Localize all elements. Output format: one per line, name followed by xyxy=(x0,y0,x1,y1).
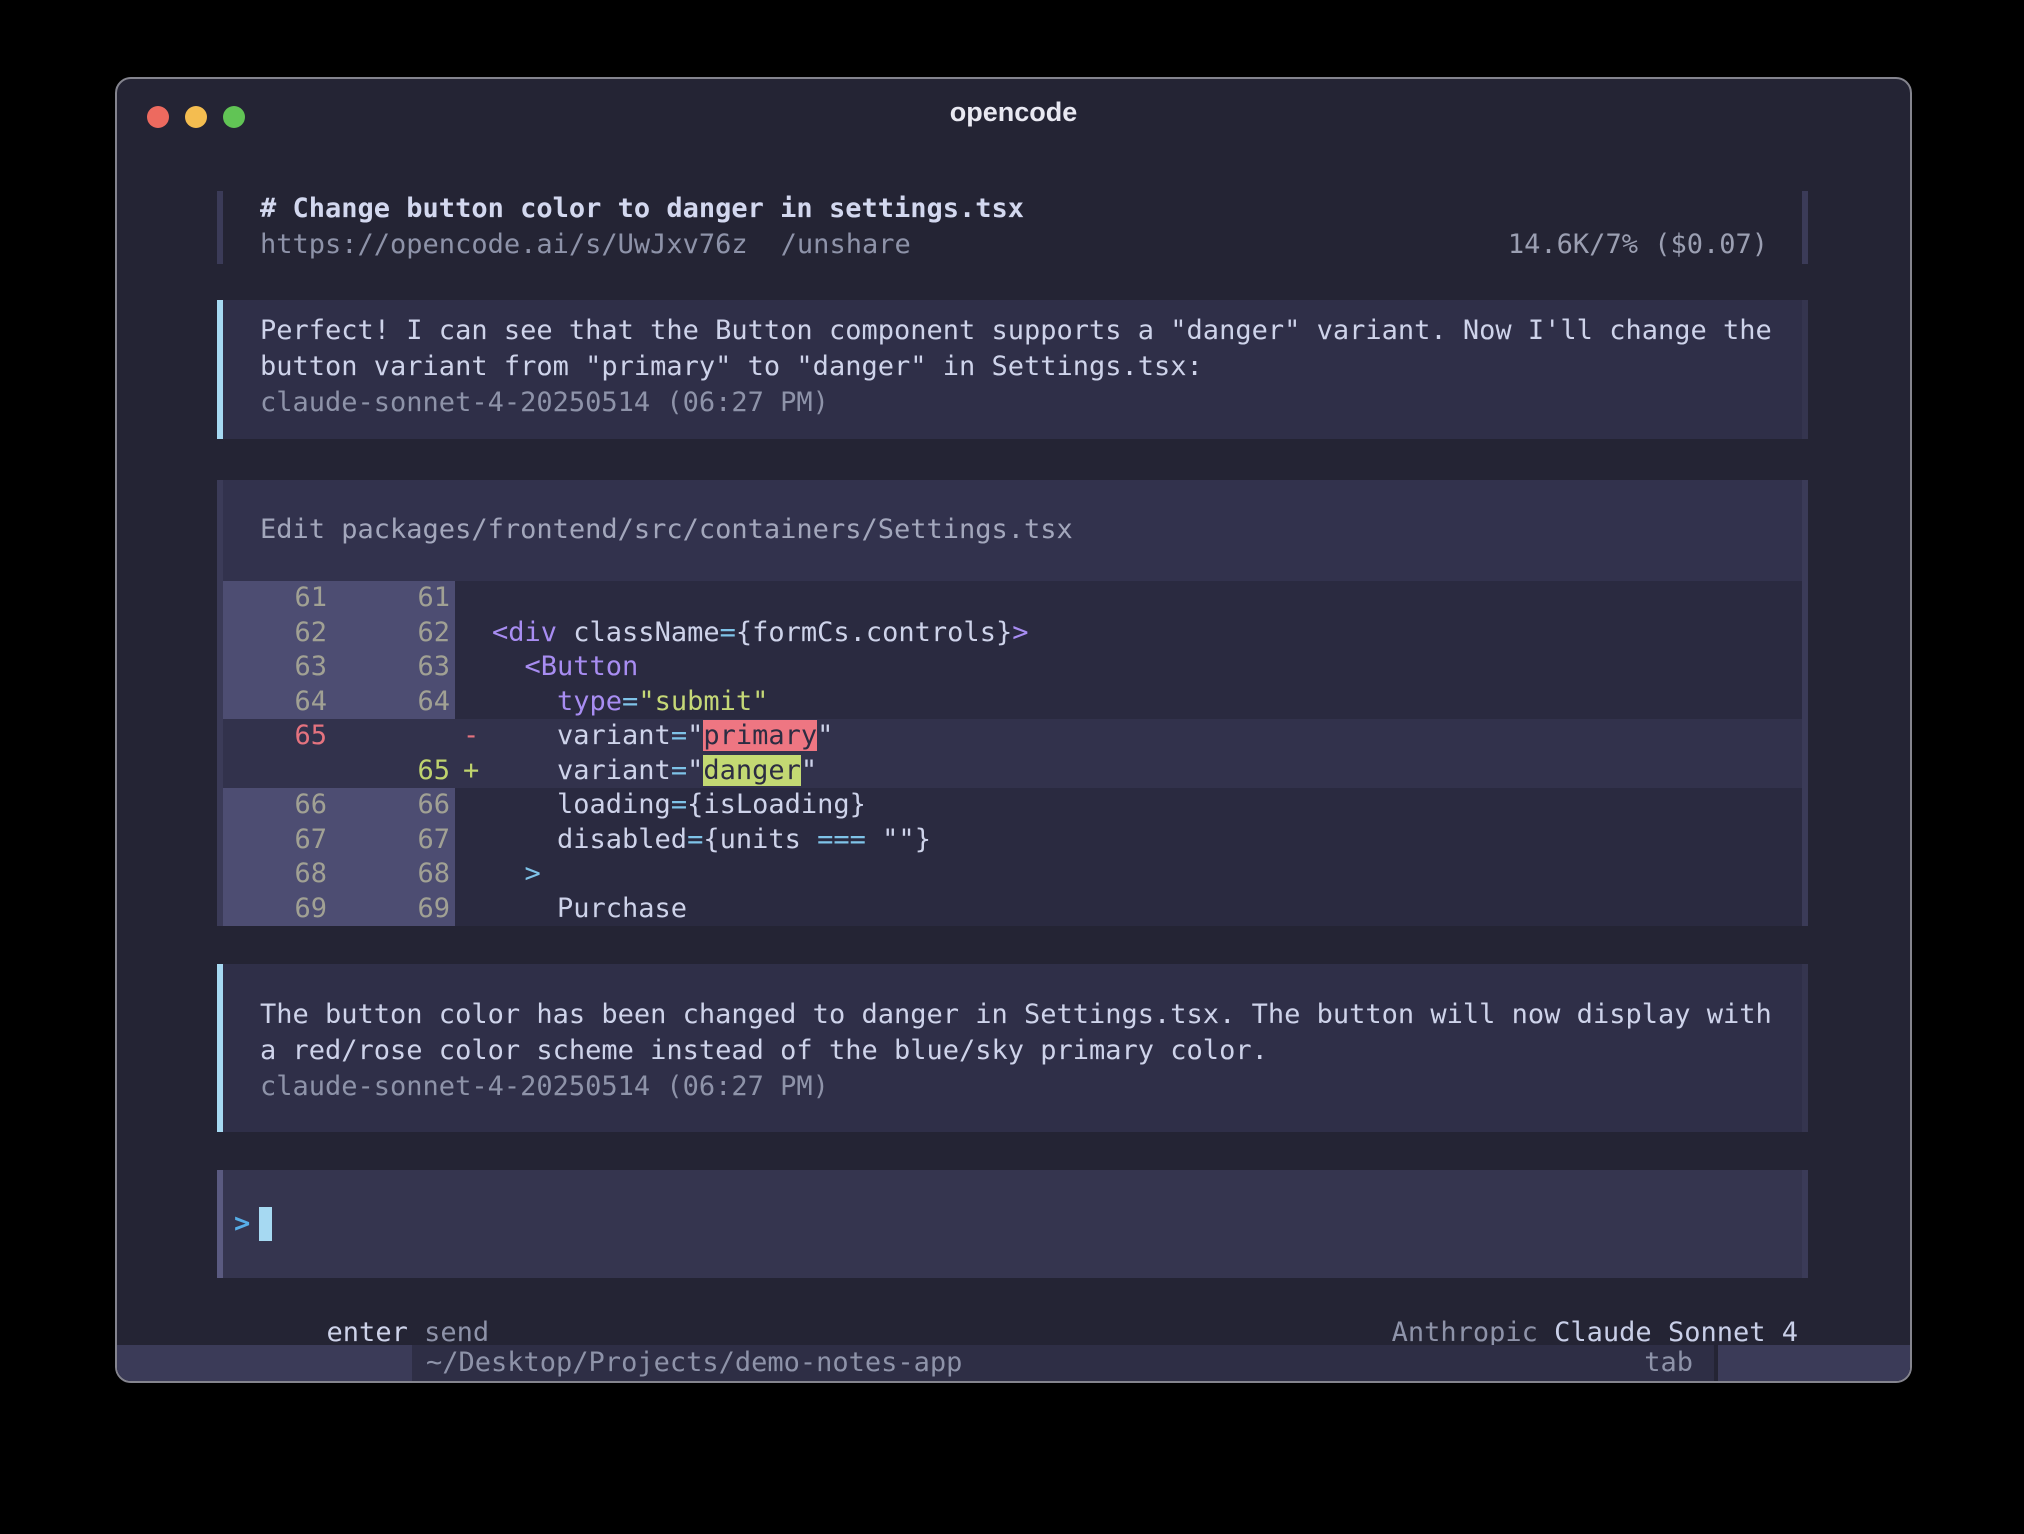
prompt-input[interactable]: > xyxy=(217,1170,1808,1278)
share-header-right-border xyxy=(1802,191,1808,264)
message-text-line: a red/rose color scheme instead of the b… xyxy=(260,1033,1768,1069)
diff-row: 65- variant="primary" xyxy=(223,719,1802,754)
titlebar: opencode xyxy=(117,79,1910,149)
model-name: Claude Sonnet 4 xyxy=(1554,1317,1798,1348)
share-url-link[interactable]: https://opencode.ai/s/UwJxv76z xyxy=(260,227,748,263)
model-timestamp: claude-sonnet-4-20250514 (06:27 PM) xyxy=(260,1069,1768,1105)
assistant-message-2: The button color has been changed to dan… xyxy=(217,964,1808,1132)
edit-card-right-border xyxy=(1802,480,1808,926)
prompt-chevron: > xyxy=(234,1206,250,1242)
status-bar: opencode v0.3.11 ~/Desktop/Projects/demo… xyxy=(117,1345,1910,1381)
message-text-line: button variant from "primary" to "danger… xyxy=(260,349,1768,385)
diff-row: 6464 type="submit" xyxy=(223,685,1802,720)
assistant-message-right-border xyxy=(1802,964,1808,1132)
edit-file-path: Edit packages/frontend/src/containers/Se… xyxy=(223,480,1802,581)
edit-tool-card: Edit packages/frontend/src/containers/Se… xyxy=(217,480,1808,926)
mode-badge[interactable]: BUILD MODE xyxy=(1714,1345,1910,1381)
prompt-input-right-border xyxy=(1802,1170,1808,1278)
message-text-line: The button color has been changed to dan… xyxy=(260,997,1768,1033)
app-version-badge: opencode v0.3.11 xyxy=(117,1345,412,1381)
enter-key-hint: enter xyxy=(327,1317,408,1348)
unshare-command[interactable]: /unshare xyxy=(781,227,911,263)
diff-row: 6363 <Button xyxy=(223,650,1802,685)
text-cursor xyxy=(259,1207,272,1241)
session-title: # Change button color to danger in setti… xyxy=(260,191,1768,227)
send-action-label: send xyxy=(424,1317,489,1348)
model-timestamp: claude-sonnet-4-20250514 (06:27 PM) xyxy=(260,385,1768,421)
message-text-line: Perfect! I can see that the Button compo… xyxy=(260,313,1768,349)
tab-key-hint: tab xyxy=(1644,1345,1714,1381)
diff-row: 6262<div className={formCs.controls}> xyxy=(223,616,1802,651)
share-header: # Change button color to danger in setti… xyxy=(217,191,1808,264)
diff-row: 6666 loading={isLoading} xyxy=(223,788,1802,823)
diff-row: 65+ variant="danger" xyxy=(223,754,1802,789)
working-directory: ~/Desktop/Projects/demo-notes-app xyxy=(412,1345,962,1381)
assistant-message-1: Perfect! I can see that the Button compo… xyxy=(217,300,1808,439)
diff-row: 6969 Purchase xyxy=(223,892,1802,927)
diff-row: 6767 disabled={units === ""} xyxy=(223,823,1802,858)
assistant-message-right-border xyxy=(1802,300,1808,439)
window-title: opencode xyxy=(117,94,1910,130)
diff-row: 6161 xyxy=(223,581,1802,616)
token-usage-cost: 14.6K/7% ($0.07) xyxy=(1508,227,1768,263)
diff-rows: 61616262<div className={formCs.controls}… xyxy=(223,581,1802,926)
opencode-terminal-window: opencode # Change button color to danger… xyxy=(115,77,1912,1383)
diff-row: 6868 > xyxy=(223,857,1802,892)
send-action-hint xyxy=(408,1317,424,1348)
provider-label: Anthropic xyxy=(1392,1317,1555,1348)
